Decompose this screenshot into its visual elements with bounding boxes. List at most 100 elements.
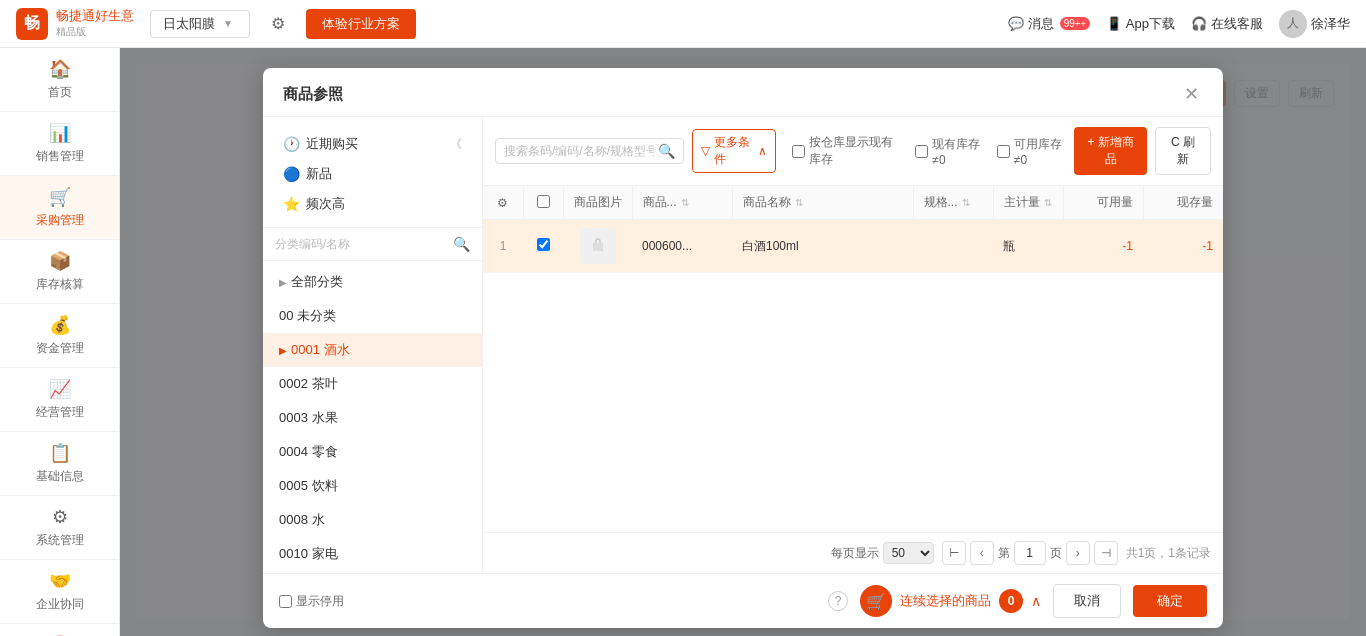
table-row[interactable]: 1 bbox=[483, 220, 1223, 273]
online-service-item[interactable]: 🎧 在线客服 bbox=[1191, 15, 1263, 33]
sidebar-item-guide[interactable]: 🎯 新手引导 bbox=[0, 624, 119, 636]
category-search-input[interactable] bbox=[275, 237, 449, 251]
content-area: 查询 设置 刷新 商品参照 ✕ 🕐 bbox=[120, 48, 1366, 636]
sidebar-item-purchase-label: 采购管理 bbox=[36, 212, 84, 229]
row-checkbox[interactable] bbox=[523, 220, 563, 273]
sort-icon-name[interactable]: ⇅ bbox=[795, 197, 803, 208]
quick-filter-recent[interactable]: 🕐 近期购买 《 bbox=[275, 129, 470, 159]
user-area[interactable]: 人 徐泽华 bbox=[1279, 10, 1350, 38]
checkbox-available-stock[interactable]: 可用库存≠0 bbox=[997, 136, 1067, 167]
search-submit-icon[interactable]: 🔍 bbox=[658, 143, 675, 159]
th-code[interactable]: 商品... ⇅ bbox=[632, 186, 732, 220]
category-water[interactable]: 0008 水 bbox=[263, 503, 482, 537]
more-filter-button[interactable]: ▽ 更多条件 ∧ bbox=[692, 129, 776, 173]
th-unit[interactable]: 主计量 ⇅ bbox=[993, 186, 1063, 220]
category-uncategorized[interactable]: 00 未分类 bbox=[263, 299, 482, 333]
purchase-icon: 🛒 bbox=[49, 186, 71, 208]
experience-button[interactable]: 体验行业方案 bbox=[306, 9, 416, 39]
basic-info-icon: 📋 bbox=[49, 442, 71, 464]
show-disabled-input[interactable] bbox=[279, 595, 292, 608]
sidebar-item-operation-label: 经营管理 bbox=[36, 404, 84, 421]
filter-checkboxes: 按仓库显示现有库存 现有库存≠0 可用库存≠0 bbox=[792, 134, 1066, 168]
sort-icon-unit[interactable]: ⇅ bbox=[1044, 197, 1052, 208]
th-checkbox[interactable] bbox=[523, 186, 563, 220]
checkbox-warehouse-stock-input[interactable] bbox=[792, 145, 805, 158]
app-download-item[interactable]: 📱 App下载 bbox=[1106, 15, 1175, 33]
first-page-button[interactable]: ⊢ bbox=[942, 541, 966, 565]
collapse-icon[interactable]: 《 bbox=[450, 136, 462, 153]
logo-text: 畅捷通好生意 bbox=[56, 8, 134, 25]
sort-icon-spec[interactable]: ⇅ bbox=[962, 197, 970, 208]
next-page-button[interactable]: › bbox=[1066, 541, 1090, 565]
refresh-button[interactable]: C 刷新 bbox=[1155, 127, 1211, 175]
checkbox-available-stock-input[interactable] bbox=[997, 145, 1010, 158]
category-all[interactable]: ▶ 全部分类 bbox=[263, 265, 482, 299]
category-fruit[interactable]: 0003 水果 bbox=[263, 401, 482, 435]
dropdown-arrow-icon: ▼ bbox=[223, 18, 233, 29]
th-unit-sort[interactable]: 主计量 ⇅ bbox=[1004, 194, 1053, 211]
sort-icon-code[interactable]: ⇅ bbox=[681, 197, 689, 208]
sidebar-item-system[interactable]: ⚙ 系统管理 bbox=[0, 496, 119, 560]
star-icon: ⭐ bbox=[283, 196, 300, 212]
th-name[interactable]: 商品名称 ⇅ bbox=[732, 186, 913, 220]
checkbox-warehouse-stock[interactable]: 按仓库显示现有库存 bbox=[792, 134, 903, 168]
help-icon[interactable]: ? bbox=[828, 591, 848, 611]
page-number-input[interactable] bbox=[1014, 541, 1046, 565]
product-search-input[interactable] bbox=[504, 144, 654, 158]
cancel-button[interactable]: 取消 bbox=[1053, 584, 1121, 618]
checkbox-existing-stock[interactable]: 现有库存≠0 bbox=[915, 136, 985, 167]
sidebar-item-sales[interactable]: 📊 销售管理 bbox=[0, 112, 119, 176]
sidebar-item-basic-info[interactable]: 📋 基础信息 bbox=[0, 432, 119, 496]
th-spec-sort[interactable]: 规格... ⇅ bbox=[924, 194, 983, 211]
branch-dropdown[interactable]: 日太阳膜 ▼ bbox=[150, 10, 250, 38]
th-code-sort[interactable]: 商品... ⇅ bbox=[643, 194, 722, 211]
table-settings-icon[interactable]: ⚙ bbox=[497, 196, 508, 210]
search-bar: 🔍 ▽ 更多条件 ∧ 按仓库显示现有库存 bbox=[483, 117, 1223, 186]
th-name-sort[interactable]: 商品名称 ⇅ bbox=[743, 194, 903, 211]
sidebar-item-purchase[interactable]: 🛒 采购管理 bbox=[0, 176, 119, 240]
sidebar-item-enterprise[interactable]: 🤝 企业协同 bbox=[0, 560, 119, 624]
th-stock-label: 现存量 bbox=[1177, 195, 1213, 209]
category-drink[interactable]: 0005 饮料 bbox=[263, 469, 482, 503]
table-header-row: ⚙ 商品图片 bbox=[483, 186, 1223, 220]
category-tea[interactable]: 0002 茶叶 bbox=[263, 367, 482, 401]
sidebar-item-inventory[interactable]: 📦 库存核算 bbox=[0, 240, 119, 304]
category-snack[interactable]: 0004 零食 bbox=[263, 435, 482, 469]
modal-close-button[interactable]: ✕ bbox=[1179, 82, 1203, 106]
page-size-dropdown[interactable]: 50 100 200 bbox=[883, 542, 934, 564]
checkbox-existing-stock-input[interactable] bbox=[915, 145, 928, 158]
category-liquor[interactable]: ▶ 0001 酒水 bbox=[263, 333, 482, 367]
filter-collapse-icon: ∧ bbox=[758, 144, 767, 158]
settings-icon[interactable]: ⚙ bbox=[262, 8, 294, 40]
category-tea-label: 0002 茶叶 bbox=[279, 375, 338, 393]
show-disabled-checkbox[interactable]: 显示停用 bbox=[279, 593, 344, 610]
mobile-icon: 📱 bbox=[1106, 16, 1122, 31]
cart-icon[interactable]: 🛒 bbox=[860, 585, 892, 617]
row-available: -1 bbox=[1063, 220, 1143, 273]
sidebar-item-home[interactable]: 🏠 首页 bbox=[0, 48, 119, 112]
last-page-button[interactable]: ⊣ bbox=[1094, 541, 1118, 565]
confirm-button[interactable]: 确定 bbox=[1133, 585, 1207, 617]
row-name: 白酒100ml bbox=[732, 220, 913, 273]
th-settings[interactable]: ⚙ bbox=[483, 186, 523, 220]
expand-icon[interactable]: ∧ bbox=[1031, 593, 1041, 609]
message-icon: 💬 bbox=[1008, 16, 1024, 31]
add-product-button[interactable]: + 新增商品 bbox=[1074, 127, 1147, 175]
sidebar-item-operation[interactable]: 📈 经营管理 bbox=[0, 368, 119, 432]
sidebar-item-finance[interactable]: 💰 资金管理 bbox=[0, 304, 119, 368]
category-search-icon[interactable]: 🔍 bbox=[453, 236, 470, 252]
filter-icon: ▽ bbox=[701, 144, 710, 158]
product-table: ⚙ 商品图片 bbox=[483, 186, 1223, 273]
row-select-checkbox[interactable] bbox=[537, 238, 550, 251]
category-appliance[interactable]: 0010 家电 bbox=[263, 537, 482, 565]
modal-title: 商品参照 bbox=[283, 85, 343, 104]
select-all-checkbox[interactable] bbox=[537, 195, 550, 208]
modal-footer: 显示停用 ? 🛒 连续选择的商品 0 ∧ 取消 确定 bbox=[263, 573, 1223, 628]
notification-label: 消息 bbox=[1028, 15, 1054, 33]
prev-page-button[interactable]: ‹ bbox=[970, 541, 994, 565]
quick-filter-frequent[interactable]: ⭐ 频次高 bbox=[275, 189, 470, 219]
quick-filter-new[interactable]: 🔵 新品 bbox=[275, 159, 470, 189]
online-service-label: 在线客服 bbox=[1211, 15, 1263, 33]
th-spec[interactable]: 规格... ⇅ bbox=[913, 186, 993, 220]
notification-item[interactable]: 💬 消息 99++ bbox=[1008, 15, 1090, 33]
